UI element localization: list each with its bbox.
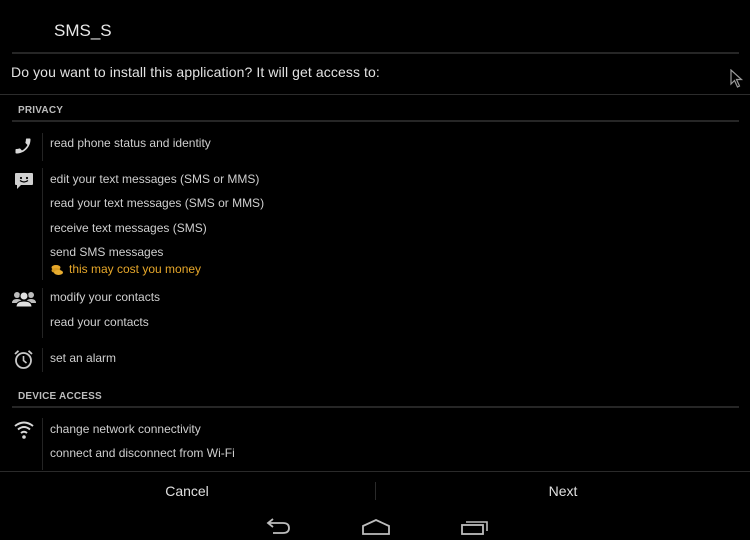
device-access-divider	[12, 406, 739, 408]
permission-item: read your contacts	[50, 315, 149, 329]
cancel-button[interactable]: Cancel	[0, 476, 374, 506]
mouse-cursor-icon	[730, 69, 744, 88]
wifi-icon	[14, 421, 34, 439]
privacy-divider	[12, 120, 739, 122]
next-button[interactable]: Next	[376, 476, 750, 506]
buttons-divider	[0, 471, 750, 472]
permission-item: connect and disconnect from Wi-Fi	[50, 446, 235, 460]
alarm-icon	[14, 350, 33, 369]
permission-item: edit your text messages (SMS or MMS)	[50, 172, 260, 186]
title-divider	[12, 52, 739, 54]
group-bar	[42, 168, 43, 280]
permission-item: set an alarm	[50, 351, 117, 365]
recents-icon[interactable]	[460, 518, 490, 536]
group-bar	[42, 348, 43, 372]
cost-warning: this may cost you money	[69, 262, 202, 276]
app-title: SMS_S	[54, 21, 112, 40]
permission-item: read phone status and identity	[50, 136, 211, 150]
back-icon[interactable]	[263, 518, 293, 536]
group-bar	[42, 418, 43, 470]
question-divider	[0, 94, 750, 95]
home-icon[interactable]	[361, 518, 391, 536]
permission-item: receive text messages (SMS)	[50, 221, 207, 235]
coins-icon	[51, 265, 63, 275]
permission-item: modify your contacts	[50, 290, 161, 304]
phone-icon	[15, 138, 31, 154]
group-bar	[42, 133, 43, 161]
contacts-icon	[12, 291, 36, 308]
message-icon	[15, 173, 33, 189]
section-header-device-access: DEVICE ACCESS	[18, 391, 102, 402]
install-question: Do you want to install this application?…	[11, 64, 380, 80]
group-bar	[42, 288, 43, 338]
permission-item: change network connectivity	[50, 422, 201, 436]
permission-item: send SMS messages	[50, 245, 164, 259]
permission-item: read your text messages (SMS or MMS)	[50, 196, 265, 210]
section-header-privacy: PRIVACY	[18, 105, 64, 116]
